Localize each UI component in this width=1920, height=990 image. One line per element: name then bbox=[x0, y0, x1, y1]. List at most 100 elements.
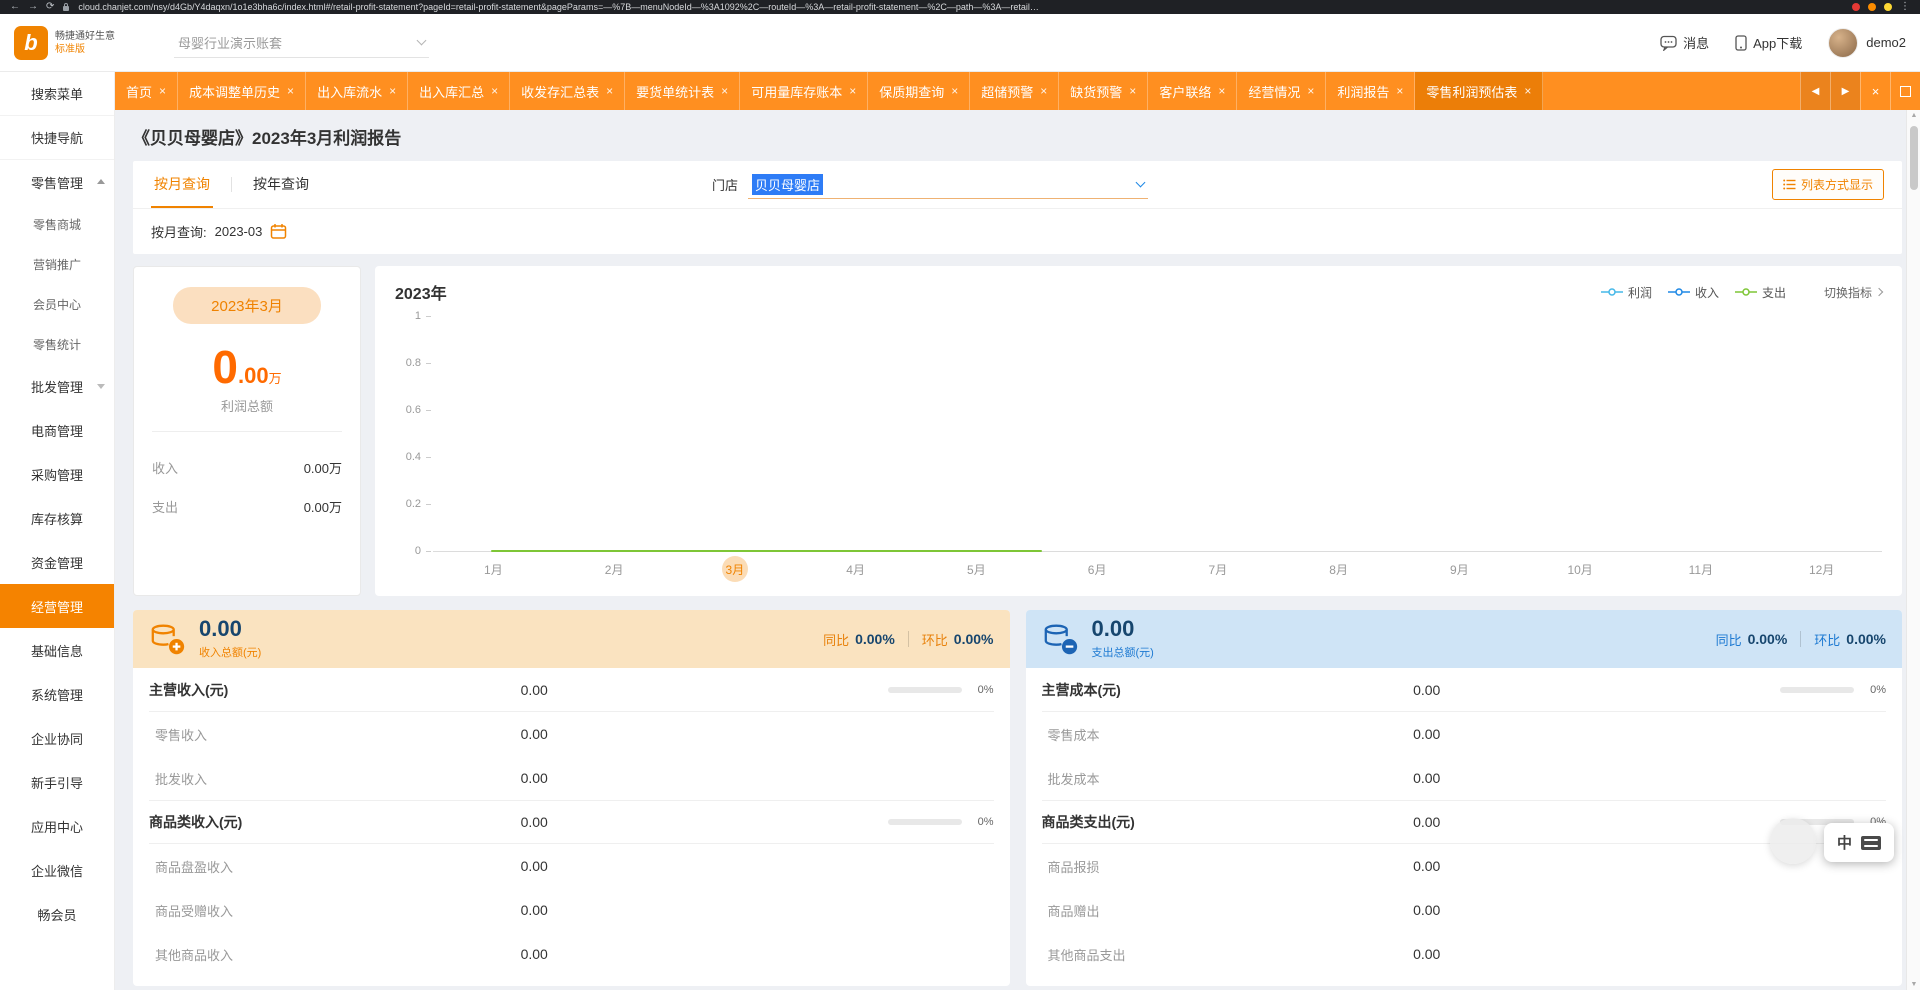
back-icon[interactable]: ← bbox=[10, 2, 20, 12]
close-icon[interactable]: × bbox=[1307, 84, 1314, 98]
tab-stockout-alert[interactable]: 缺货预警 × bbox=[1059, 72, 1149, 110]
income-mom: 环比 0.00% bbox=[921, 631, 994, 648]
sidebar-item-quick-nav[interactable]: 快捷导航 bbox=[0, 116, 114, 160]
browser-menu-icon[interactable]: ⋮ bbox=[1900, 2, 1910, 12]
sidebar-item-enterprise-collab[interactable]: 企业协同 bbox=[0, 716, 114, 760]
close-icon[interactable]: × bbox=[389, 84, 396, 98]
table-row[interactable]: 商品类支出(元) 0.00 0% bbox=[1041, 800, 1886, 844]
scroll-up-icon[interactable]: ▲ bbox=[1907, 112, 1920, 119]
tab-inout-summary[interactable]: 出入库汇总 × bbox=[408, 72, 511, 110]
close-icon[interactable]: × bbox=[849, 84, 856, 98]
url-text[interactable]: cloud.chanjet.com/nsy/d4Gb/Y4daqxn/1o1e3… bbox=[78, 2, 1844, 12]
sidebar-item-app-center[interactable]: 应用中心 bbox=[0, 804, 114, 848]
legend-item-expense[interactable]: 支出 bbox=[1734, 284, 1786, 301]
extension-icon[interactable] bbox=[1852, 3, 1860, 11]
tab-yearly-query[interactable]: 按年查询 bbox=[250, 161, 312, 208]
app-download-button[interactable]: App下载 bbox=[1735, 33, 1802, 52]
sidebar-item-search-menu[interactable]: 搜索菜单 bbox=[0, 72, 114, 116]
tab-retail-profit-forecast[interactable]: 零售利润预估表 × bbox=[1415, 72, 1544, 110]
messages-button[interactable]: 消息 bbox=[1660, 33, 1709, 52]
close-icon[interactable]: × bbox=[951, 84, 958, 98]
sidebar-item-operations-mgmt[interactable]: 经营管理 bbox=[0, 584, 114, 628]
fullscreen-button[interactable] bbox=[1890, 72, 1920, 110]
sidebar-item-retail-mall[interactable]: 零售商城 bbox=[0, 204, 114, 244]
sidebar-item-purchase-mgmt[interactable]: 采购管理 bbox=[0, 452, 114, 496]
close-icon[interactable]: × bbox=[721, 84, 728, 98]
sidebar-item-marketing[interactable]: 营销推广 bbox=[0, 244, 114, 284]
tab-order-stats[interactable]: 要货单统计表 × bbox=[625, 72, 741, 110]
table-row[interactable]: 批发收入 0.00 bbox=[149, 756, 994, 800]
tab-shelf-life-query[interactable]: 保质期查询 × bbox=[868, 72, 971, 110]
tab-inout-flow[interactable]: 出入库流水 × bbox=[306, 72, 409, 110]
table-row[interactable]: 其他商品收入 0.00 bbox=[149, 932, 994, 976]
store-select[interactable]: 贝贝母婴店 bbox=[748, 171, 1149, 199]
close-icon[interactable]: × bbox=[491, 84, 498, 98]
ime-float-bubble[interactable] bbox=[1770, 818, 1816, 864]
list-display-button[interactable]: 列表方式显示 bbox=[1771, 169, 1884, 200]
legend-item-profit[interactable]: 利润 bbox=[1600, 284, 1652, 301]
switch-metric-link[interactable]: 切换指标 bbox=[1824, 284, 1884, 301]
tab-business-status[interactable]: 经营情况 × bbox=[1237, 72, 1327, 110]
table-row[interactable]: 商品受赠收入 0.00 bbox=[149, 888, 994, 932]
tab-scroll-left-button[interactable]: ◀ bbox=[1800, 72, 1830, 110]
calendar-icon[interactable] bbox=[270, 223, 287, 240]
scrollbar-thumb[interactable] bbox=[1910, 126, 1918, 190]
sidebar-item-ecommerce-mgmt[interactable]: 电商管理 bbox=[0, 408, 114, 452]
ime-lang-indicator[interactable]: 中 bbox=[1837, 832, 1852, 853]
account-select[interactable]: 母婴行业演示账套 bbox=[174, 28, 429, 58]
tab-receipt-dispatch-summary[interactable]: 收发存汇总表 × bbox=[510, 72, 626, 110]
extension-icon[interactable] bbox=[1884, 3, 1892, 11]
table-row[interactable]: 主营收入(元) 0.00 0% bbox=[149, 668, 994, 712]
sidebar-item-basic-info[interactable]: 基础信息 bbox=[0, 628, 114, 672]
ime-toolbar[interactable]: 中 bbox=[1823, 823, 1894, 862]
forward-icon[interactable]: → bbox=[28, 2, 38, 12]
keyboard-icon[interactable] bbox=[1861, 835, 1881, 850]
refresh-icon[interactable]: ⟳ bbox=[46, 2, 54, 12]
sidebar-item-wholesale-mgmt[interactable]: 批发管理 bbox=[0, 364, 114, 408]
close-all-tabs-button[interactable]: × bbox=[1860, 72, 1890, 110]
table-row[interactable]: 零售成本 0.00 bbox=[1042, 712, 1887, 756]
table-row[interactable]: 主营成本(元) 0.00 0% bbox=[1041, 668, 1886, 712]
tab-homepage[interactable]: 首页 × bbox=[115, 72, 179, 110]
close-icon[interactable]: × bbox=[1129, 84, 1136, 98]
table-row[interactable]: 商品类收入(元) 0.00 0% bbox=[149, 800, 994, 844]
sidebar-item-enterprise-wechat[interactable]: 企业微信 bbox=[0, 848, 114, 892]
table-row[interactable]: 商品赠出 0.00 bbox=[1042, 888, 1887, 932]
close-icon[interactable]: × bbox=[287, 84, 294, 98]
sidebar-item-system-mgmt[interactable]: 系统管理 bbox=[0, 672, 114, 716]
tab-monthly-query[interactable]: 按月查询 bbox=[151, 161, 213, 208]
phone-icon bbox=[1735, 34, 1747, 51]
table-row[interactable]: 零售收入 0.00 bbox=[149, 712, 994, 756]
tab-overstock-alert[interactable]: 超储预警 × bbox=[970, 72, 1060, 110]
tab-cost-adjust-history[interactable]: 成本调整单历史 × bbox=[178, 72, 307, 110]
avatar[interactable] bbox=[1828, 27, 1859, 58]
close-icon[interactable]: × bbox=[1218, 84, 1225, 98]
sidebar-item-funds-mgmt[interactable]: 资金管理 bbox=[0, 540, 114, 584]
sidebar-item-retail-stats[interactable]: 零售统计 bbox=[0, 324, 114, 364]
close-icon[interactable]: × bbox=[159, 84, 166, 98]
tab-customer-contact[interactable]: 客户联络 × bbox=[1148, 72, 1238, 110]
month-query-value[interactable]: 2023-03 bbox=[215, 224, 263, 239]
scroll-down-icon[interactable]: ▼ bbox=[1907, 981, 1920, 988]
legend-item-income[interactable]: 收入 bbox=[1667, 284, 1719, 301]
table-row[interactable]: 其他商品支出 0.00 bbox=[1042, 932, 1887, 976]
sidebar-item-chang-member[interactable]: 畅会员 bbox=[0, 892, 114, 936]
sidebar-item-beginner-guide[interactable]: 新手引导 bbox=[0, 760, 114, 804]
close-icon[interactable]: × bbox=[1040, 84, 1047, 98]
sidebar-item-retail-mgmt[interactable]: 零售管理 bbox=[0, 160, 114, 204]
tab-available-stock-ledger[interactable]: 可用量库存账本 × bbox=[740, 72, 869, 110]
progress-bar bbox=[887, 686, 962, 693]
close-icon[interactable]: × bbox=[606, 84, 613, 98]
sidebar-item-member-center[interactable]: 会员中心 bbox=[0, 284, 114, 324]
table-row[interactable]: 商品盘盈收入 0.00 bbox=[149, 844, 994, 888]
table-row[interactable]: 批发成本 0.00 bbox=[1042, 756, 1887, 800]
vertical-scrollbar[interactable]: ▲ ▼ bbox=[1906, 110, 1920, 990]
sidebar-item-inventory-accounting[interactable]: 库存核算 bbox=[0, 496, 114, 540]
extension-icon[interactable] bbox=[1868, 3, 1876, 11]
close-icon[interactable]: × bbox=[1524, 84, 1531, 98]
tab-profit-report[interactable]: 利润报告 × bbox=[1326, 72, 1416, 110]
tab-scroll-right-button[interactable]: ▶ bbox=[1830, 72, 1860, 110]
table-row[interactable]: 商品报损 0.00 bbox=[1042, 844, 1887, 888]
close-icon[interactable]: × bbox=[1396, 84, 1403, 98]
user-menu[interactable]: demo2 bbox=[1828, 27, 1906, 58]
